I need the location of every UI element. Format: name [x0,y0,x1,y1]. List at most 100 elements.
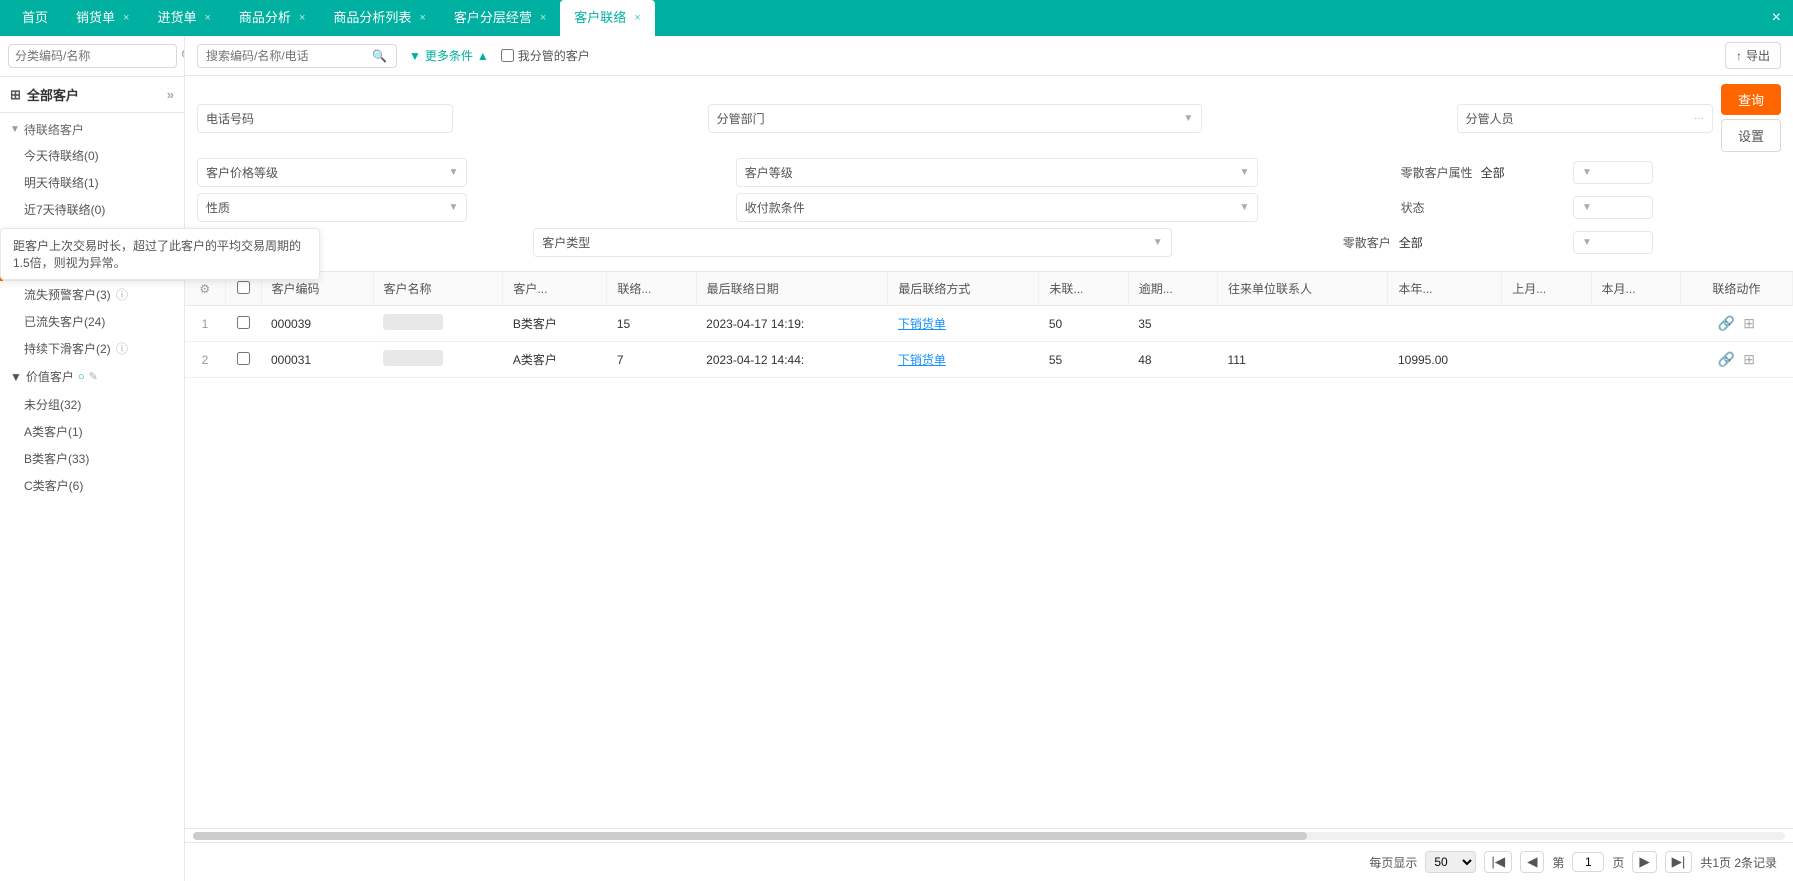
col-header-last-contact-method: 最后联络方式 [888,272,1039,306]
nav-product-analysis[interactable]: 商品分析 × [225,0,319,36]
sidebar-collapse-button[interactable]: » [167,87,174,102]
sidebar-item-tomorrow[interactable]: 明天待联络(1) [0,169,184,196]
retail-attr-dropdown[interactable]: ▼ [1573,161,1653,184]
phone-field[interactable]: 电话号码 [197,104,453,133]
my-customers-filter: 我分管的客户 [501,47,590,64]
prev-page-button[interactable]: ◀ [1520,851,1544,873]
per-page-select[interactable]: 50 100 200 [1425,851,1476,873]
row2-checkbox[interactable] [225,342,261,378]
value-edit-icon[interactable]: ✎ [89,370,98,383]
search-bar: 🔍 [197,44,397,68]
grid-icon: ⊞ [10,87,21,103]
more-conditions-button[interactable]: ▼ 更多条件 ▲ [409,47,489,64]
row1-link-icon[interactable]: 🔗 [1718,315,1735,332]
settings-button[interactable]: 设置 [1721,119,1781,152]
nav-home[interactable]: 首页 [8,0,62,36]
sidebar-item-class-c[interactable]: C类客户(6) [0,472,184,499]
sidebar-item-today[interactable]: 今天待联络(0) [0,142,184,169]
sidebar-item-ungrouped[interactable]: 未分组(32) [0,391,184,418]
per-page-label: 每页显示 [1369,854,1417,871]
sidebar-all-customers[interactable]: ⊞ 全部客户 » [0,77,184,113]
row2-last-contact-method[interactable]: 下销货单 [888,342,1039,378]
department-field[interactable]: 分管部门 ▼ [708,104,1203,133]
customer-table: ⚙ 客户编码 客户名称 客户... [185,272,1793,378]
scrollbar-thumb[interactable] [193,832,1307,840]
query-buttons: 查询 设置 [1721,84,1781,152]
col-header-uncontacted: 未联... [1039,272,1128,306]
search-input[interactable] [206,49,366,63]
next-page-button[interactable]: ▶ [1632,851,1656,873]
value-triangle-icon: ▼ [10,370,22,384]
row1-select-checkbox[interactable] [237,316,250,329]
retail-customer-field: 零散客户 全部 ▼ [1343,231,1653,254]
row2-contact-person: 111 [1218,342,1388,378]
page-suffix: 页 [1612,854,1624,871]
row2-link-icon[interactable]: 🔗 [1718,351,1735,368]
retail-customer-dropdown[interactable]: ▼ [1573,231,1653,254]
row2-uncontacted: 55 [1039,342,1128,378]
customer-level-field[interactable]: 客户等级 ▼ [736,158,1259,187]
sidebar-item-churn-warning[interactable]: 流失预警客户(3) ⓘ [0,281,184,308]
price-level-field[interactable]: 客户价格等级 ▼ [197,158,467,187]
row1-name [373,306,503,342]
nav-customer-tier-close[interactable]: × [540,0,546,36]
nav-product-analysis-close[interactable]: × [299,0,305,36]
status-dropdown[interactable]: ▼ [1573,196,1653,219]
nav-purchase[interactable]: 进货单 × [143,0,224,36]
my-customers-checkbox[interactable] [501,49,514,62]
sidebar-search-input[interactable] [8,44,177,68]
nav-sales-close[interactable]: × [123,0,129,36]
value-settings-icon[interactable]: ○ [78,371,85,383]
sidebar-waiting-title[interactable]: ▼ 待联络客户 [0,117,184,142]
nav-product-list[interactable]: 商品分析列表 × [319,0,439,36]
row2-this-year: 10995.00 [1388,342,1502,378]
row1-contact-person [1218,306,1388,342]
tooltip-overlay: 距客户上次交易时长，超过了此客户的平均交易周期的1.5倍，则视为异常。 [0,228,320,280]
gender-field[interactable]: 性质 ▼ [197,193,467,222]
row1-checkbox[interactable] [225,306,261,342]
horizontal-scrollbar[interactable] [185,828,1793,842]
first-page-button[interactable]: |◀ [1484,851,1512,873]
sidebar-item-declining[interactable]: 持续下滑客户(2) ⓘ [0,335,184,362]
row1-last-month [1502,306,1591,342]
table-row: 1 000039 B类客户 15 2023-04-17 14:19: 下销货单 [185,306,1793,342]
nav-customer-tier[interactable]: 客户分层经营 × [440,0,560,36]
filter-icon: ▼ [409,49,421,63]
nav-close-all[interactable]: × [1772,9,1781,27]
filter-row-2: 客户价格等级 ▼ 客户等级 ▼ 零散客户属性 全部 ▼ [197,158,1781,187]
row1-menu-icon[interactable]: ⊞ [1743,315,1755,332]
nav-sales[interactable]: 销货单 × [62,0,143,36]
retail-attr-field: 零散客户属性 全部 ▼ [1401,161,1653,184]
page-number-input[interactable] [1572,852,1604,872]
row2-select-checkbox[interactable] [237,352,250,365]
sidebar-item-class-b[interactable]: B类客户(33) [0,445,184,472]
chevron-up-icon: ▲ [477,49,489,63]
declining-info-icon[interactable]: ⓘ [116,342,128,356]
row2-menu-icon[interactable]: ⊞ [1743,351,1755,368]
churn-warning-info-icon[interactable]: ⓘ [116,288,128,302]
sidebar-item-7days[interactable]: 近7天待联络(0) [0,196,184,223]
customer-type-arrow: ▼ [1153,237,1163,248]
row2-overdue: 48 [1128,342,1217,378]
sidebar-item-class-a[interactable]: A类客户(1) [0,418,184,445]
row1-contact-count: 15 [607,306,696,342]
settings-gear-icon[interactable]: ⚙ [199,282,210,296]
customer-type-field[interactable]: 客户类型 ▼ [533,228,1171,257]
last-page-button[interactable]: ▶| [1665,851,1693,873]
export-button[interactable]: ↑ 导出 [1725,42,1781,69]
nav-customer-contact[interactable]: 客户联络 × [560,0,654,36]
payment-field[interactable]: 收付款条件 ▼ [736,193,1259,222]
row2-type: A类客户 [503,342,607,378]
row1-num: 1 [185,306,225,342]
sidebar-item-churned[interactable]: 已流失客户(24) [0,308,184,335]
search-icon[interactable]: 🔍 [372,49,387,63]
nav-product-list-close[interactable]: × [419,0,425,36]
data-table-container: ⚙ 客户编码 客户名称 客户... [185,272,1793,828]
manager-field[interactable]: 分管人员 ··· [1457,104,1713,133]
row1-last-contact-method[interactable]: 下销货单 [888,306,1039,342]
select-all-checkbox[interactable] [237,281,250,294]
col-header-name: 客户名称 [373,272,503,306]
query-button[interactable]: 查询 [1721,84,1781,115]
nav-purchase-close[interactable]: × [204,0,210,36]
nav-customer-contact-close[interactable]: × [634,0,640,36]
